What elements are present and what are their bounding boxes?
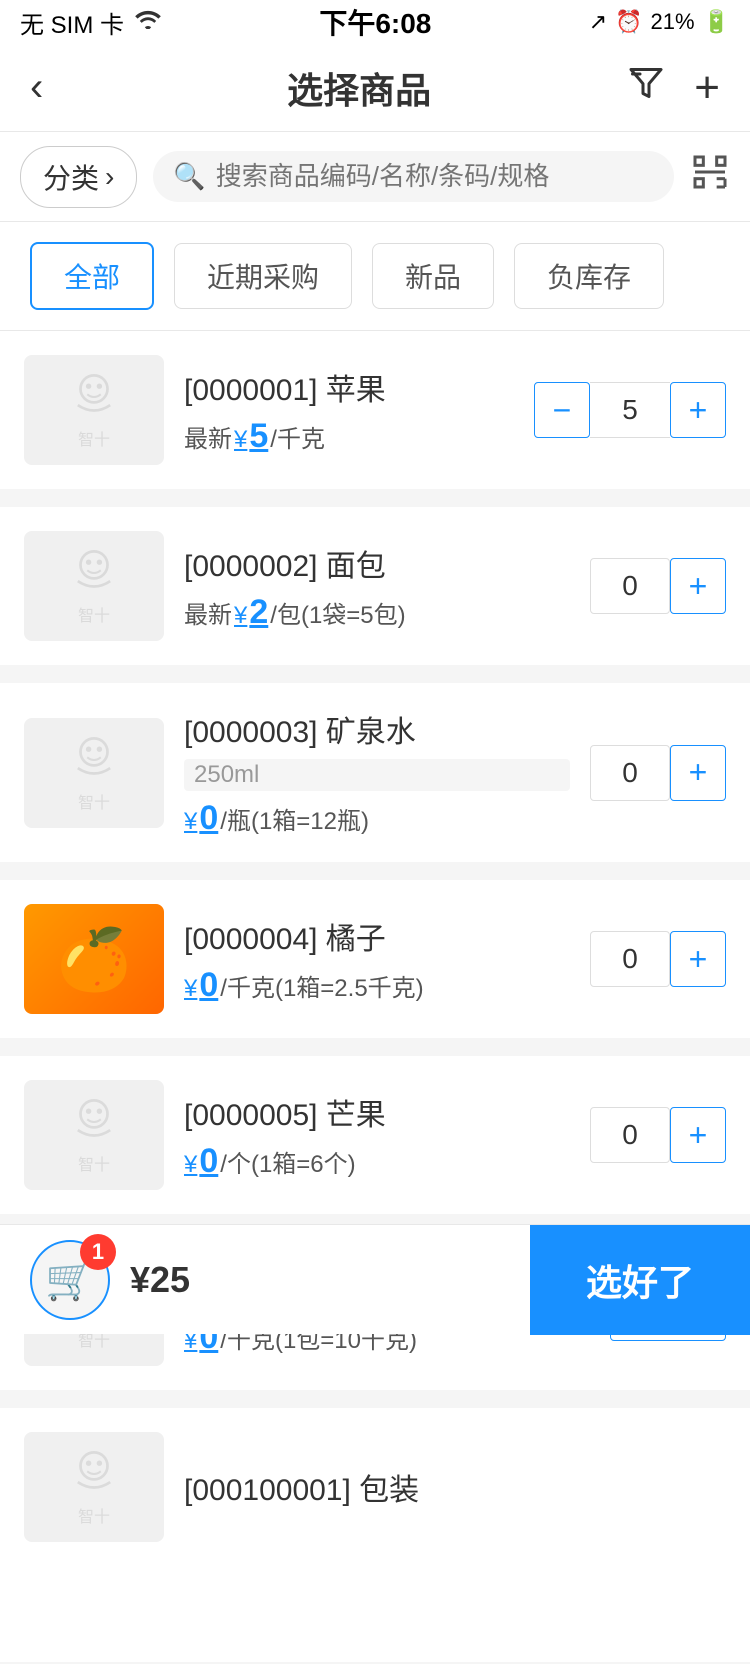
quantity-decrease-button[interactable]: − (534, 382, 590, 438)
product-price: 最新 ¥ 2 /包(1袋=5包) (184, 593, 570, 632)
cart-badge: 1 (80, 1234, 116, 1270)
quantity-control: + (590, 745, 726, 801)
cart-button[interactable]: 🛒 1 (30, 1240, 110, 1320)
product-item: 🍊 [0000004] 橘子 ¥ 0 /千克(1箱=2.5千克) + (0, 880, 750, 1038)
product-item: 智十 [0000001] 苹果 最新 ¥ 5 /千克 − + (0, 331, 750, 489)
product-image: 🍊 (24, 904, 164, 1014)
filter-bar: 分类 › 🔍 (0, 132, 750, 222)
divider (0, 667, 750, 683)
cart-area: 🛒 1 ¥25 (30, 1240, 530, 1320)
divider (0, 864, 750, 880)
divider (0, 491, 750, 507)
product-name: [0000002] 面包 (184, 541, 570, 585)
sim-label: 无 SIM 卡 (20, 5, 124, 40)
quantity-input[interactable] (590, 931, 670, 987)
battery-icon: 🔋 (703, 9, 730, 35)
wifi-icon (134, 8, 162, 36)
status-bar: 无 SIM 卡 下午6:08 ↗ ⏰ 21% 🔋 (0, 0, 750, 44)
product-info: [0000002] 面包 最新 ¥ 2 /包(1袋=5包) (184, 541, 570, 632)
divider (0, 1040, 750, 1056)
product-item: 智十 [0000003] 矿泉水 250ml ¥ 0 /瓶(1箱=12瓶) + (0, 683, 750, 862)
quantity-control: + (590, 1107, 726, 1163)
product-list: 智十 [0000001] 苹果 最新 ¥ 5 /千克 − + (0, 331, 750, 1662)
product-price: 最新 ¥ 5 /千克 (184, 417, 514, 456)
quantity-control: − + (534, 382, 726, 438)
scan-icon[interactable] (690, 152, 730, 201)
category-chevron-icon: › (105, 161, 114, 193)
status-time: 下午6:08 (319, 2, 431, 42)
quantity-input[interactable] (590, 382, 670, 438)
nav-actions: + (628, 63, 720, 113)
quantity-input[interactable] (590, 1107, 670, 1163)
tab-negative[interactable]: 负库存 (514, 243, 664, 309)
product-item: 智十 [0000002] 面包 最新 ¥ 2 /包(1袋=5包) + (0, 507, 750, 665)
bottom-bar: 🛒 1 ¥25 选好了 (0, 1224, 750, 1334)
product-image: 智十 (24, 531, 164, 641)
quantity-control: + (590, 558, 726, 614)
quantity-increase-button[interactable]: + (670, 558, 726, 614)
quantity-input[interactable] (590, 745, 670, 801)
product-name: [000100001] 包装 (184, 1465, 726, 1509)
product-image: 智十 (24, 1080, 164, 1190)
quantity-increase-button[interactable]: + (670, 931, 726, 987)
tab-recent[interactable]: 近期采购 (174, 243, 352, 309)
tab-bar: 全部 近期采购 新品 负库存 (0, 222, 750, 331)
alarm-icon: ⏰ (615, 9, 642, 35)
product-price: ¥ 0 /千克(1箱=2.5千克) (184, 966, 570, 1005)
status-left: 无 SIM 卡 (20, 5, 162, 40)
tab-all[interactable]: 全部 (30, 242, 154, 310)
product-price: ¥ 0 /瓶(1箱=12瓶) (184, 799, 570, 838)
search-icon: 🔍 (173, 161, 205, 192)
product-info: [0000001] 苹果 最新 ¥ 5 /千克 (184, 365, 514, 456)
product-name: [0000004] 橘子 (184, 914, 570, 958)
category-label: 分类 (43, 157, 99, 197)
product-image: 智十 (24, 1432, 164, 1542)
battery-label: 21% (651, 9, 695, 35)
search-box: 🔍 (153, 151, 674, 202)
product-info: [0000005] 芒果 ¥ 0 /个(1箱=6个) (184, 1090, 570, 1181)
quantity-input[interactable] (590, 558, 670, 614)
product-info: [0000003] 矿泉水 250ml ¥ 0 /瓶(1箱=12瓶) (184, 707, 570, 838)
search-input[interactable] (216, 161, 654, 192)
quantity-control: + (590, 931, 726, 987)
product-item-partial: 智十 [000100001] 包装 (0, 1408, 750, 1662)
divider (0, 1392, 750, 1408)
page-title: 选择商品 (287, 62, 431, 114)
location-icon: ↗ (589, 9, 607, 35)
add-button[interactable]: + (694, 63, 720, 113)
product-name: [0000001] 苹果 (184, 365, 514, 409)
confirm-button[interactable]: 选好了 (530, 1225, 750, 1335)
nav-bar: ‹ 选择商品 + (0, 44, 750, 132)
tab-new[interactable]: 新品 (372, 243, 494, 309)
product-price: ¥ 0 /个(1箱=6个) (184, 1142, 570, 1181)
product-image: 智十 (24, 718, 164, 828)
filter-icon[interactable] (628, 65, 664, 110)
product-image: 智十 (24, 355, 164, 465)
product-name: [0000003] 矿泉水 (184, 707, 570, 751)
quantity-increase-button[interactable]: + (670, 745, 726, 801)
cart-total: ¥25 (130, 1259, 190, 1301)
product-info: [000100001] 包装 (184, 1465, 726, 1509)
quantity-increase-button[interactable]: + (670, 382, 726, 438)
back-button[interactable]: ‹ (30, 65, 90, 110)
product-name: [0000005] 芒果 (184, 1090, 570, 1134)
category-button[interactable]: 分类 › (20, 146, 137, 208)
quantity-increase-button[interactable]: + (670, 1107, 726, 1163)
product-info: [0000004] 橘子 ¥ 0 /千克(1箱=2.5千克) (184, 914, 570, 1005)
status-right: ↗ ⏰ 21% 🔋 (589, 9, 730, 35)
product-item: 智十 [0000005] 芒果 ¥ 0 /个(1箱=6个) + (0, 1056, 750, 1214)
product-spec: 250ml (184, 759, 570, 791)
